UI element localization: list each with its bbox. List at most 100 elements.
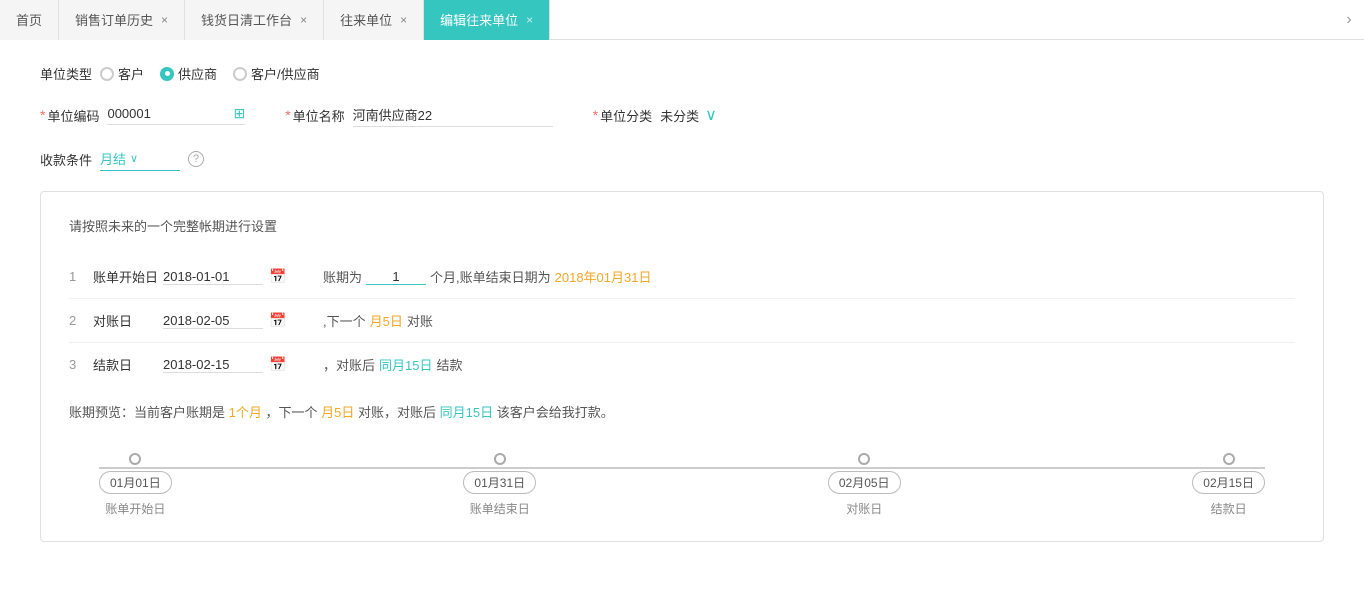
unit-category-dropdown[interactable]: 未分类 ∨ (660, 105, 717, 125)
step-2-calendar-icon[interactable]: 📅 (269, 312, 286, 329)
unit-category-required: * (593, 107, 598, 123)
step-3-calendar-icon[interactable]: 📅 (269, 356, 286, 373)
tab-cash-reconcile-close[interactable]: × (300, 13, 307, 27)
radio-both[interactable]: 客户/供应商 (233, 64, 320, 83)
step-2-desc-suffix: 对账 (407, 311, 433, 330)
tab-edit-partner-close[interactable]: × (526, 13, 533, 27)
step-3-desc-prefix: ，对账后 (323, 355, 375, 374)
timeline-dot-3 (858, 453, 870, 465)
unit-name-label: 单位名称 (293, 106, 345, 125)
timeline-label-2: 账单结束日 (470, 500, 530, 517)
step-row-2: 2 对账日 📅 ,下一个 月5日 对账 (69, 299, 1295, 343)
step-2-desc-prefix: ,下一个 (323, 311, 366, 330)
timeline-dot-1 (129, 453, 141, 465)
timeline-point-4: 02月15日 结款日 (1192, 453, 1265, 517)
unit-type-radio-group: 客户 供应商 客户/供应商 (100, 64, 320, 83)
tab-partner-label: 往来单位 (340, 10, 392, 29)
radio-both-label: 客户/供应商 (251, 64, 320, 83)
tab-home[interactable]: 首页 (0, 0, 59, 40)
payment-condition-row: 收款条件 月结 ∨ ? (40, 147, 1324, 171)
radio-customer[interactable]: 客户 (100, 64, 144, 83)
unit-name-required: * (285, 107, 290, 123)
payment-condition-control: 月结 ∨ ? (100, 147, 204, 171)
timeline-date-2: 01月31日 (463, 471, 536, 494)
preview-text: 账期预览：当前客户账期是 1个月 ，下一个 月5日 对账，对账后 同月15日 该… (69, 402, 1295, 421)
radio-supplier-circle (160, 67, 174, 81)
tabs-more-button[interactable]: › (1334, 11, 1364, 29)
preview-section: 账期预览：当前客户账期是 1个月 ，下一个 月5日 对账，对账后 同月15日 该… (69, 386, 1295, 453)
timeline-points: 01月01日 账单开始日 01月31日 账单结束日 02月05日 对账日 (99, 453, 1265, 517)
unit-category-chevron: ∨ (705, 105, 717, 125)
timeline-label-3: 对账日 (846, 500, 882, 517)
unit-code-required: * (40, 107, 45, 123)
timeline-point-2: 01月31日 账单结束日 (463, 453, 536, 517)
step-1-date: 📅 (163, 268, 323, 285)
payment-condition-dropdown[interactable]: 月结 ∨ (100, 147, 180, 171)
steps-table: 1 账单开始日 📅 账期为 个月,账单结束日期为 2018年01月31日 2 对… (69, 255, 1295, 386)
radio-customer-label: 客户 (118, 64, 144, 83)
step-2-date-input[interactable] (163, 313, 263, 329)
step-1-period-input[interactable] (366, 269, 426, 285)
step-1-name: 账单开始日 (93, 267, 163, 286)
tab-sales-history-label: 销售订单历史 (75, 10, 153, 29)
step-3-highlight: 同月15日 (379, 355, 432, 374)
radio-supplier-label: 供应商 (178, 64, 217, 83)
step-2-highlight: 月5日 (370, 311, 403, 330)
step-3-num: 3 (69, 357, 93, 372)
step-2-date: 📅 (163, 312, 323, 329)
step-3-date: 📅 (163, 356, 323, 373)
tabs-bar: 首页 销售订单历史 × 钱货日清工作台 × 往来单位 × 编辑往来单位 × › (0, 0, 1364, 40)
tab-edit-partner-label: 编辑往来单位 (440, 10, 518, 29)
tab-partner[interactable]: 往来单位 × (324, 0, 424, 40)
tab-home-label: 首页 (16, 10, 42, 29)
preview-prefix: 账期预览：当前客户账期是 (69, 405, 225, 420)
tab-edit-partner[interactable]: 编辑往来单位 × (424, 0, 550, 40)
unit-name-item: * 单位名称 (285, 103, 552, 127)
tab-sales-history[interactable]: 销售订单历史 × (59, 0, 185, 40)
unit-category-label: 单位分类 (600, 106, 652, 125)
step-row-3: 3 结款日 📅 ，对账后 同月15日 结款 (69, 343, 1295, 386)
timeline-dot-2 (494, 453, 506, 465)
payment-help-icon[interactable]: ? (188, 151, 204, 167)
step-3-desc-suffix: 结款 (436, 355, 462, 374)
unit-code-label: 单位编码 (47, 106, 99, 125)
step-2-name: 对账日 (93, 311, 163, 330)
step-2-num: 2 (69, 313, 93, 328)
step-3-date-input[interactable] (163, 357, 263, 373)
tab-cash-reconcile[interactable]: 钱货日清工作台 × (185, 0, 324, 40)
unit-category-value: 未分类 (660, 106, 699, 125)
timeline-point-3: 02月05日 对账日 (828, 453, 901, 517)
payment-condition-chevron: ∨ (130, 152, 138, 165)
timeline-date-1: 01月01日 (99, 471, 172, 494)
tab-cash-reconcile-label: 钱货日清工作台 (201, 10, 292, 29)
preview-part2: 月5日 (321, 405, 354, 420)
unit-type-item: 单位类型 客户 供应商 客户/供应商 (40, 64, 320, 83)
unit-name-input[interactable] (353, 103, 553, 127)
unit-category-item: * 单位分类 未分类 ∨ (593, 105, 717, 125)
tab-partner-close[interactable]: × (400, 13, 407, 27)
payment-condition-item: 收款条件 月结 ∨ ? (40, 147, 204, 171)
settings-box: 请按照未来的一个完整帐期进行设置 1 账单开始日 📅 账期为 个月,账单结束日期… (40, 191, 1324, 542)
radio-customer-circle (100, 67, 114, 81)
unit-code-input[interactable] (107, 106, 227, 121)
timeline-date-4: 02月15日 (1192, 471, 1265, 494)
step-3-name: 结款日 (93, 355, 163, 374)
timeline-label-1: 账单开始日 (105, 500, 165, 517)
timeline-date-3: 02月05日 (828, 471, 901, 494)
unit-code-field-wrapper: ⊞ (107, 105, 245, 125)
payment-condition-value: 月结 (100, 149, 126, 168)
radio-both-circle (233, 67, 247, 81)
copy-icon[interactable]: ⊞ (233, 105, 245, 122)
step-1-calendar-icon[interactable]: 📅 (269, 268, 286, 285)
preview-part3: 同月15日 (440, 405, 493, 420)
preview-suffix: 该客户会给我打款。 (497, 405, 614, 420)
step-1-desc-after: 个月,账单结束日期为 (430, 267, 551, 286)
preview-sep2: 对账，对账后 (358, 405, 436, 420)
code-name-category-row: * 单位编码 ⊞ * 单位名称 * 单位分类 未分类 ∨ (40, 103, 1324, 127)
radio-supplier[interactable]: 供应商 (160, 64, 217, 83)
step-1-date-input[interactable] (163, 269, 263, 285)
step-2-desc: ,下一个 月5日 对账 (323, 311, 1295, 330)
step-3-desc: ，对账后 同月15日 结款 (323, 355, 1295, 374)
tab-sales-history-close[interactable]: × (161, 13, 168, 27)
preview-part1: 1个月 (229, 405, 262, 420)
